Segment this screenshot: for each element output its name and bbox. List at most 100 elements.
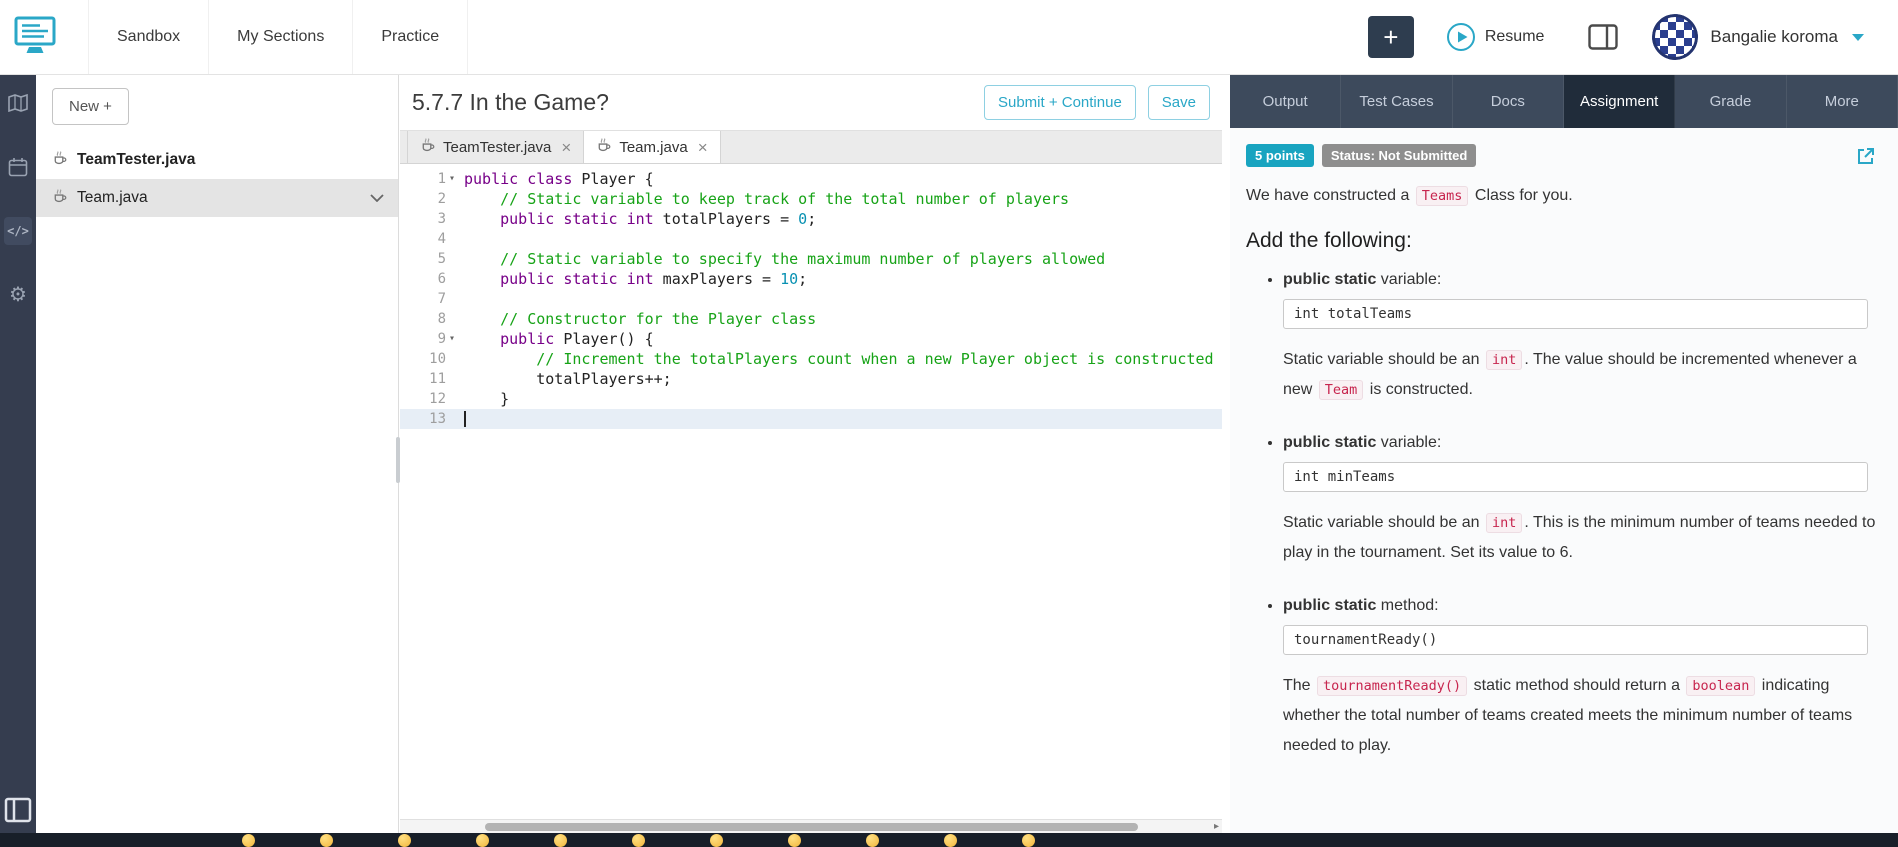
fold-marker-icon [446, 189, 458, 209]
emoji-icon[interactable] [710, 834, 723, 847]
code-text: // Static variable to specify the maximu… [500, 250, 1106, 268]
code-text [458, 409, 1222, 429]
fold-marker-icon[interactable]: ▾ [446, 169, 458, 189]
panel-tab-test-cases[interactable]: Test Cases [1341, 75, 1453, 128]
add-button[interactable]: + [1367, 16, 1414, 58]
file-row-team-java[interactable]: Team.java [36, 179, 398, 217]
tab-label: Team.java [619, 138, 688, 156]
line-number: 4 [437, 231, 446, 247]
code-line[interactable]: 12 } [400, 389, 1222, 409]
code-requirement-box: int minTeams [1283, 461, 1868, 492]
status-badge: Status: Not Submitted [1321, 144, 1477, 167]
user-menu-caret-icon[interactable] [1852, 33, 1864, 41]
emoji-icon[interactable] [944, 834, 957, 847]
code-line[interactable]: 11 totalPlayers++; [400, 369, 1222, 389]
emoji-icon[interactable] [242, 834, 255, 847]
play-icon [1446, 23, 1475, 51]
codehs-logo[interactable] [0, 0, 70, 74]
resume-label: Resume [1484, 28, 1545, 45]
code-icon[interactable]: </> [4, 217, 32, 245]
emoji-icon[interactable] [632, 834, 645, 847]
java-file-icon [52, 150, 67, 171]
tab-teamtester-java[interactable]: TeamTester.java × [407, 131, 585, 163]
emoji-icon[interactable] [398, 834, 411, 847]
panel-tab-more[interactable]: More [1787, 75, 1898, 128]
nav-link-sandbox[interactable]: Sandbox [88, 0, 208, 74]
file-name: TeamTester.java [77, 151, 196, 168]
sidebar-resize-handle[interactable] [396, 437, 400, 483]
code-line[interactable]: 6 public static int maxPlayers = 10; [400, 269, 1222, 289]
fold-marker-icon [446, 389, 458, 409]
code-line[interactable]: 10 // Increment the totalPlayers count w… [400, 349, 1222, 369]
close-icon[interactable]: × [561, 139, 571, 156]
tab-label: TeamTester.java [443, 138, 552, 156]
checkered-avatar-icon [1652, 14, 1699, 60]
left-icon-rail: </> ⚙ [0, 75, 36, 847]
emoji-icon[interactable] [320, 834, 333, 847]
fold-marker-icon [446, 209, 458, 229]
code-line[interactable]: 3 public static int totalPlayers = 0; [400, 209, 1222, 229]
inline-code: Team [1318, 380, 1364, 401]
scrollbar-thumb[interactable] [485, 823, 1138, 831]
panel-tab-output[interactable]: Output [1230, 75, 1342, 128]
code-line[interactable]: 7 [400, 289, 1222, 309]
code-text: } [500, 390, 510, 408]
new-file-button[interactable]: New + [52, 88, 129, 125]
tab-team-java[interactable]: Team.java × [584, 131, 721, 163]
scrollbar-arrow-icon[interactable]: ▸ [1214, 820, 1219, 834]
emoji-icon[interactable] [554, 834, 567, 847]
fold-marker-icon [446, 409, 458, 429]
line-number: 10 [429, 351, 446, 367]
panel-tab-docs[interactable]: Docs [1453, 75, 1564, 128]
editor-header: 5.7.7 In the Game? Submit + Continue Sav… [400, 75, 1222, 130]
code-line[interactable]: 9 ▾ public Player() { [400, 329, 1222, 349]
line-number: 13 [429, 411, 446, 427]
submit-continue-button[interactable]: Submit + Continue [983, 85, 1136, 120]
code-line[interactable]: 1 ▾ public class Player { [400, 169, 1222, 189]
code-line[interactable]: 2 // Static variable to keep track of th… [400, 189, 1222, 209]
fold-marker-icon [446, 349, 458, 369]
nav-link-my-sections[interactable]: My Sections [208, 0, 352, 74]
code-text: public static int maxPlayers = 10; [500, 270, 808, 288]
code-line[interactable]: 13 [400, 409, 1222, 429]
chevron-down-icon[interactable] [370, 194, 384, 202]
code-line[interactable]: 4 [400, 229, 1222, 249]
calendar-icon[interactable] [4, 153, 32, 181]
line-number: 8 [437, 311, 446, 327]
code-editor[interactable]: 1 ▾ public class Player {2 // Static varia… [400, 164, 1222, 819]
requirement-item: public static variable: int minTeams Stati… [1283, 434, 1876, 569]
code-line[interactable]: 8 // Constructor for the Player class [400, 309, 1222, 329]
line-number: 3 [437, 211, 446, 227]
external-link-icon[interactable] [1856, 146, 1876, 166]
line-number: 2 [437, 191, 446, 207]
java-file-icon [52, 188, 67, 209]
inline-code: Teams [1415, 186, 1469, 206]
fold-marker-icon [446, 229, 458, 249]
code-requirement-box: tournamentReady() [1283, 624, 1868, 655]
emoji-icon[interactable] [1022, 834, 1035, 847]
inline-code: int [1486, 350, 1523, 370]
file-row-teamtester-java[interactable]: TeamTester.java [36, 141, 398, 179]
nav-link-practice[interactable]: Practice [352, 0, 469, 74]
code-line[interactable]: 5 // Static variable to specify the maxi… [400, 249, 1222, 269]
line-number: 9 [437, 331, 446, 347]
horizontal-scrollbar[interactable]: ▸ [400, 819, 1222, 833]
close-icon[interactable]: × [698, 139, 708, 156]
emoji-icon[interactable] [866, 834, 879, 847]
emoji-icon[interactable] [788, 834, 801, 847]
layout-toggle-icon[interactable] [0, 797, 36, 823]
panel-tab-grade[interactable]: Grade [1675, 75, 1787, 128]
gear-icon[interactable]: ⚙ [4, 281, 32, 309]
fold-marker-icon[interactable]: ▾ [446, 329, 458, 349]
intro-text: We have constructed a Teams Class for yo… [1246, 186, 1573, 206]
code-text: public class Player { [464, 170, 654, 188]
top-navbar: Sandbox My Sections Practice + Resume Ba… [0, 0, 1898, 75]
emoji-icon[interactable] [476, 834, 489, 847]
map-icon[interactable] [4, 89, 32, 117]
resume-button[interactable]: Resume [1446, 22, 1545, 52]
badge-row: 5 points Status: Not Submitted [1246, 144, 1876, 167]
avatar[interactable] [1652, 14, 1699, 60]
panel-tab-assignment[interactable]: Assignment [1563, 75, 1676, 128]
save-button[interactable]: Save [1147, 85, 1210, 120]
window-icon[interactable] [1588, 24, 1619, 50]
